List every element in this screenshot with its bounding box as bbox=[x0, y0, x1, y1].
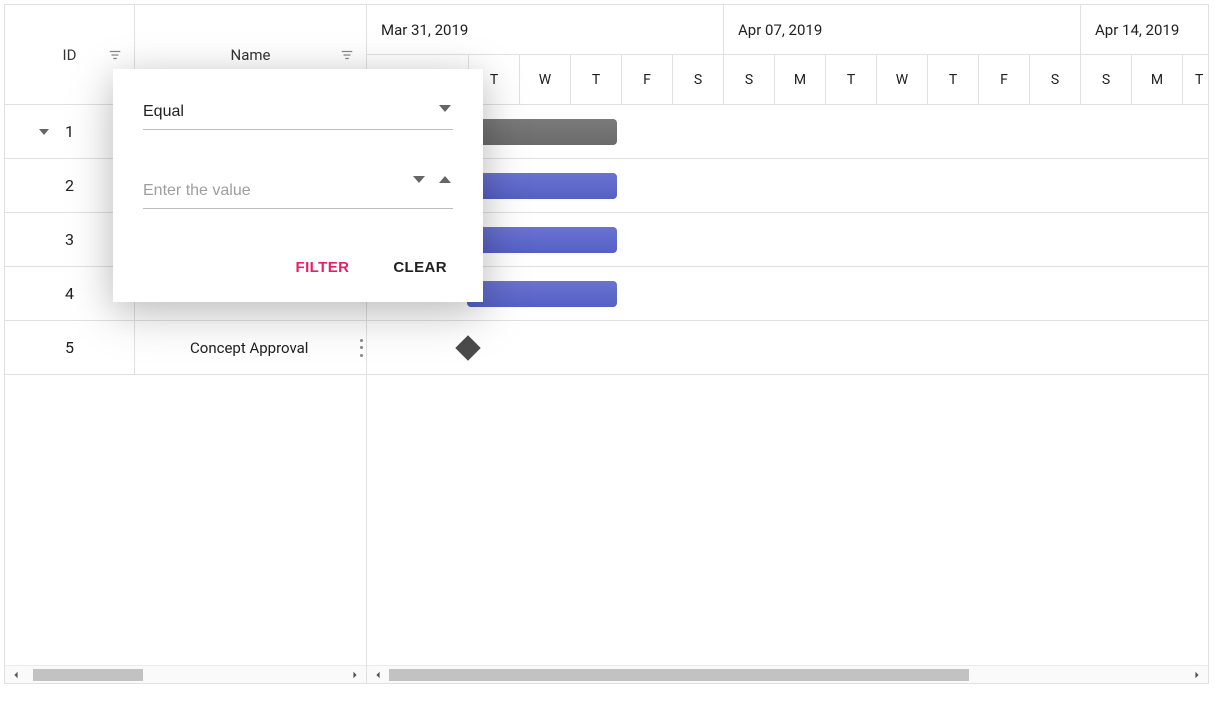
week-cell: Mar 31, 2019 bbox=[367, 5, 724, 54]
scroll-right-icon[interactable] bbox=[348, 668, 362, 682]
day-cell: M bbox=[1132, 55, 1183, 104]
scroll-left-icon[interactable] bbox=[9, 668, 23, 682]
filter-operator-field[interactable] bbox=[143, 97, 453, 130]
day-cell: T bbox=[826, 55, 877, 104]
chart-body[interactable] bbox=[367, 105, 1208, 665]
day-cell: T bbox=[571, 55, 622, 104]
more-icon[interactable] bbox=[355, 339, 366, 357]
gantt-bar-task[interactable] bbox=[467, 173, 617, 199]
spin-up-icon[interactable] bbox=[439, 176, 451, 183]
day-cell: W bbox=[877, 55, 928, 104]
day-cell: T bbox=[1183, 55, 1208, 104]
day-cell: S bbox=[1081, 55, 1132, 104]
clear-button[interactable]: CLEAR bbox=[391, 255, 449, 280]
row-id: 4 bbox=[65, 284, 74, 303]
column-header-id-label: ID bbox=[63, 46, 77, 64]
chevron-down-icon[interactable] bbox=[439, 105, 451, 112]
filter-button[interactable]: FILTER bbox=[294, 255, 352, 280]
timescale-week-row: Mar 31, 2019 Apr 07, 2019 Apr 14, 2019 bbox=[367, 5, 1208, 55]
chart-panel: Mar 31, 2019 Apr 07, 2019 Apr 14, 2019 T… bbox=[367, 5, 1208, 683]
filter-popup: FILTER CLEAR bbox=[113, 69, 483, 302]
gantt-bar-task[interactable] bbox=[467, 227, 617, 253]
scrollbar-thumb[interactable] bbox=[33, 669, 143, 681]
gantt-bar-task[interactable] bbox=[467, 281, 617, 307]
scroll-left-icon[interactable] bbox=[371, 668, 385, 682]
row-id: 2 bbox=[65, 176, 74, 195]
day-cell: S bbox=[724, 55, 775, 104]
tree-horizontal-scrollbar[interactable] bbox=[5, 665, 366, 683]
filter-popup-actions: FILTER CLEAR bbox=[143, 255, 453, 280]
chart-header: Mar 31, 2019 Apr 07, 2019 Apr 14, 2019 T… bbox=[367, 5, 1208, 105]
row-name: Concept Approval bbox=[135, 321, 366, 374]
timescale-day-row: T W T F S S M T W T F S S M T bbox=[367, 55, 1208, 104]
spin-down-icon[interactable] bbox=[413, 176, 425, 183]
filter-icon[interactable] bbox=[340, 48, 354, 62]
week-cell: Apr 14, 2019 bbox=[1081, 5, 1208, 54]
gantt-bar-summary[interactable] bbox=[467, 119, 617, 145]
filter-icon[interactable] bbox=[108, 48, 122, 62]
row-id: 3 bbox=[65, 230, 74, 249]
day-cell: W bbox=[520, 55, 571, 104]
chart-horizontal-scrollbar[interactable] bbox=[367, 665, 1208, 683]
expand-icon[interactable] bbox=[39, 129, 49, 135]
filter-value-field[interactable] bbox=[143, 176, 453, 209]
day-cell: T bbox=[928, 55, 979, 104]
row-id: 1 bbox=[65, 122, 74, 141]
filter-operator-input[interactable] bbox=[143, 97, 453, 130]
filter-value-input[interactable] bbox=[143, 176, 453, 209]
scrollbar-thumb[interactable] bbox=[389, 669, 969, 681]
column-header-name-label: Name bbox=[231, 46, 271, 64]
numeric-spin-buttons[interactable] bbox=[413, 176, 453, 183]
scroll-right-icon[interactable] bbox=[1190, 668, 1204, 682]
table-row[interactable]: 5 Concept Approval bbox=[5, 321, 366, 375]
gantt-container: ID Name 1 2 bbox=[4, 4, 1209, 684]
week-cell: Apr 07, 2019 bbox=[724, 5, 1081, 54]
day-cell: M bbox=[775, 55, 826, 104]
day-cell: F bbox=[979, 55, 1030, 104]
row-id: 5 bbox=[65, 338, 74, 357]
day-cell: S bbox=[1030, 55, 1081, 104]
day-cell: S bbox=[673, 55, 724, 104]
day-cell: F bbox=[622, 55, 673, 104]
